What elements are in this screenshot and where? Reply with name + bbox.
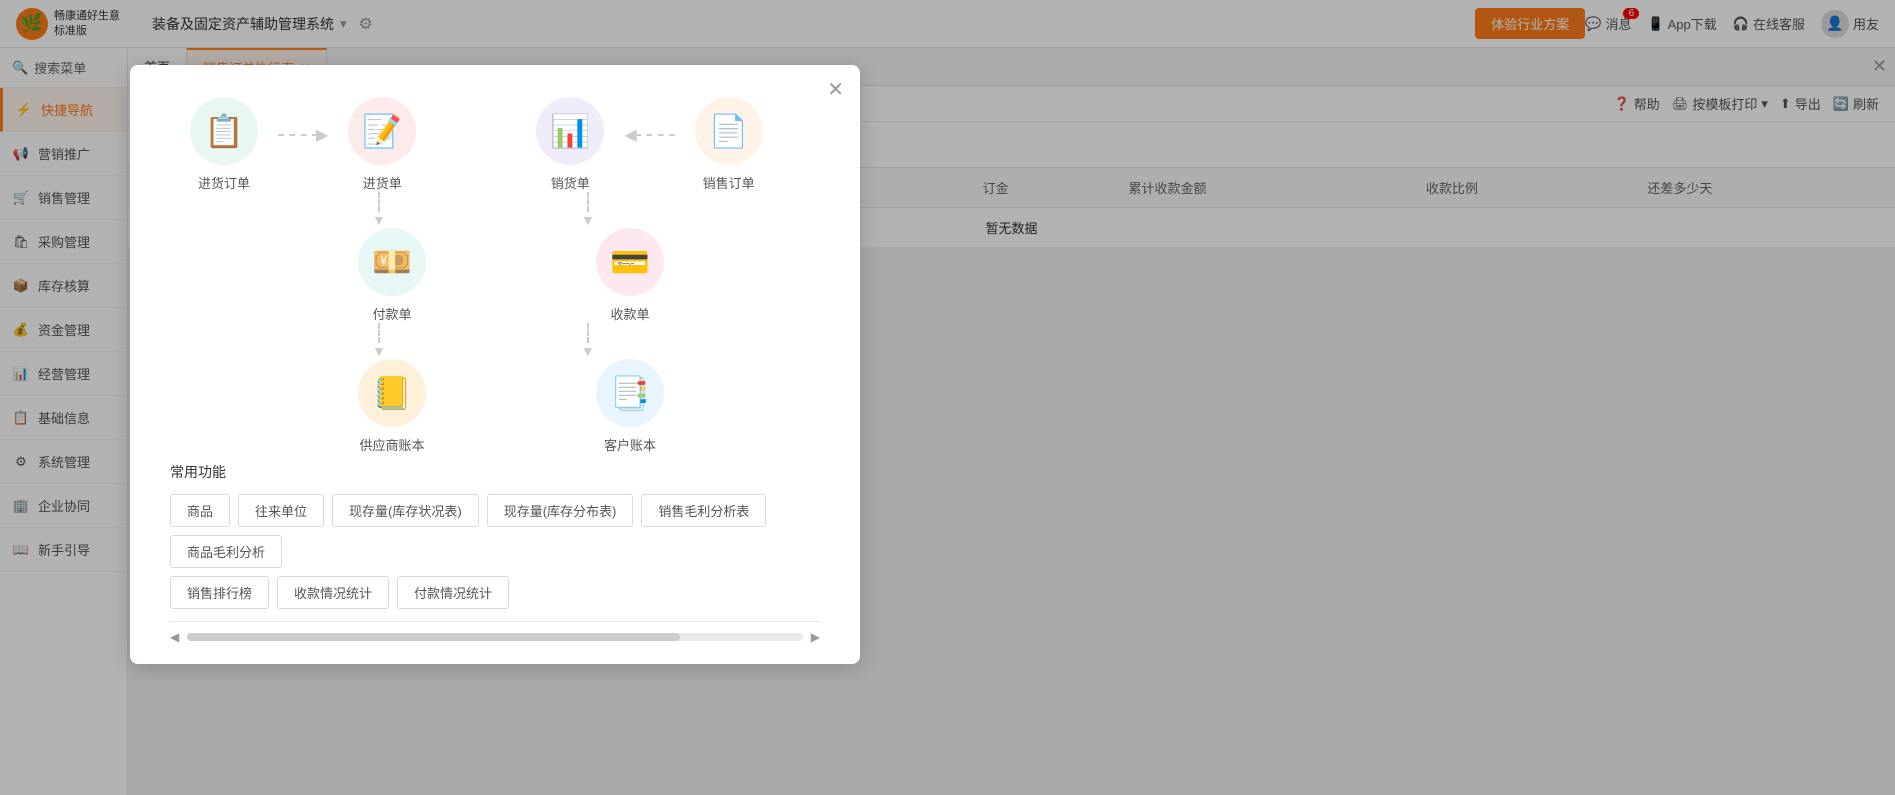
arrow-down-payment: ▼ [372,323,386,359]
purchase-bill-label: 进货单 [363,173,402,192]
payment-circle: 💴 [358,228,426,296]
fn-btn-1[interactable]: 往来单位 [238,494,324,527]
fn-btn-3[interactable]: 现存量(库存分布表) [487,494,634,527]
arrows-row-2: ▼ ▼ [170,323,820,359]
arrow-2: ◀ [624,125,674,145]
flow-node-sales-bill: 📊 销货单 [536,97,604,192]
sales-bill-circle: 📊 [536,97,604,165]
customer-circle: 📑 [596,359,664,427]
flow-node-purchase-order: 📋 进货订单 [190,97,258,192]
fn-btn-6[interactable]: 销售排行榜 [170,576,269,609]
purchase-order-label: 进货订单 [198,173,250,192]
purchase-order-circle: 📋 [190,97,258,165]
function-buttons-row2: 销售排行榜 收款情况统计 付款情况统计 [170,576,820,609]
fn-btn-7[interactable]: 收款情况统计 [277,576,389,609]
flow-node-payment: 💴 付款单 [358,228,426,323]
flow-node-sales-order: 📄 销售订单 [695,97,763,192]
receipt-circle: 💳 [596,228,664,296]
fn-btn-5[interactable]: 商品毛利分析 [170,535,282,568]
flow-diagram: 📋 进货订单 ▶ 📝 进货单 📊 销货单 [170,97,820,454]
popup-panel: ✕ 📋 进货订单 ▶ 📝 进货单 [130,65,860,664]
common-functions: 常用功能 商品 往来单位 现存量(库存状况表) 现存量(库存分布表) 销售毛利分… [170,462,820,609]
arrow-down-sales-bill: ▼ [581,192,595,228]
sales-order-circle: 📄 [695,97,763,165]
arrow-down-receipt: ▼ [581,323,595,359]
supplier-label: 供应商账本 [359,435,424,454]
flow-row-1: 📋 进货订单 ▶ 📝 进货单 📊 销货单 [170,97,820,192]
flow-node-purchase-bill: 📝 进货单 [348,97,416,192]
scroll-track[interactable] [187,633,803,641]
fn-btn-2[interactable]: 现存量(库存状况表) [332,494,479,527]
function-buttons: 商品 往来单位 现存量(库存状况表) 现存量(库存分布表) 销售毛利分析表 商品… [170,494,820,568]
customer-label: 客户账本 [604,435,656,454]
sales-order-label: 销售订单 [703,173,755,192]
scroll-area: ◀ ▶ [170,621,820,644]
fn-btn-0[interactable]: 商品 [170,494,230,527]
scroll-left-arrow[interactable]: ◀ [170,630,179,644]
sales-bill-label: 销货单 [551,173,590,192]
scroll-right-arrow[interactable]: ▶ [811,630,820,644]
flow-row-3: 📒 供应商账本 📑 客户账本 [170,359,820,454]
arrow-1: ▶ [278,125,328,145]
arrows-row: ▼ ▼ [170,192,820,228]
arrow-down-purchase-bill: ▼ [372,192,386,228]
fn-btn-8[interactable]: 付款情况统计 [397,576,509,609]
flow-node-supplier: 📒 供应商账本 [358,359,426,454]
supplier-circle: 📒 [358,359,426,427]
overlay: ✕ 📋 进货订单 ▶ 📝 进货单 [0,0,1895,795]
purchase-bill-circle: 📝 [348,97,416,165]
common-functions-title: 常用功能 [170,462,820,482]
popup-close-button[interactable]: ✕ [827,77,844,102]
flow-node-receipt: 💳 收款单 [596,228,664,323]
scroll-thumb [187,633,679,641]
receipt-label: 收款单 [610,304,649,323]
fn-btn-4[interactable]: 销售毛利分析表 [641,494,766,527]
flow-row-2: 💴 付款单 💳 收款单 [170,228,820,323]
flow-node-customer: 📑 客户账本 [596,359,664,454]
payment-label: 付款单 [372,304,411,323]
